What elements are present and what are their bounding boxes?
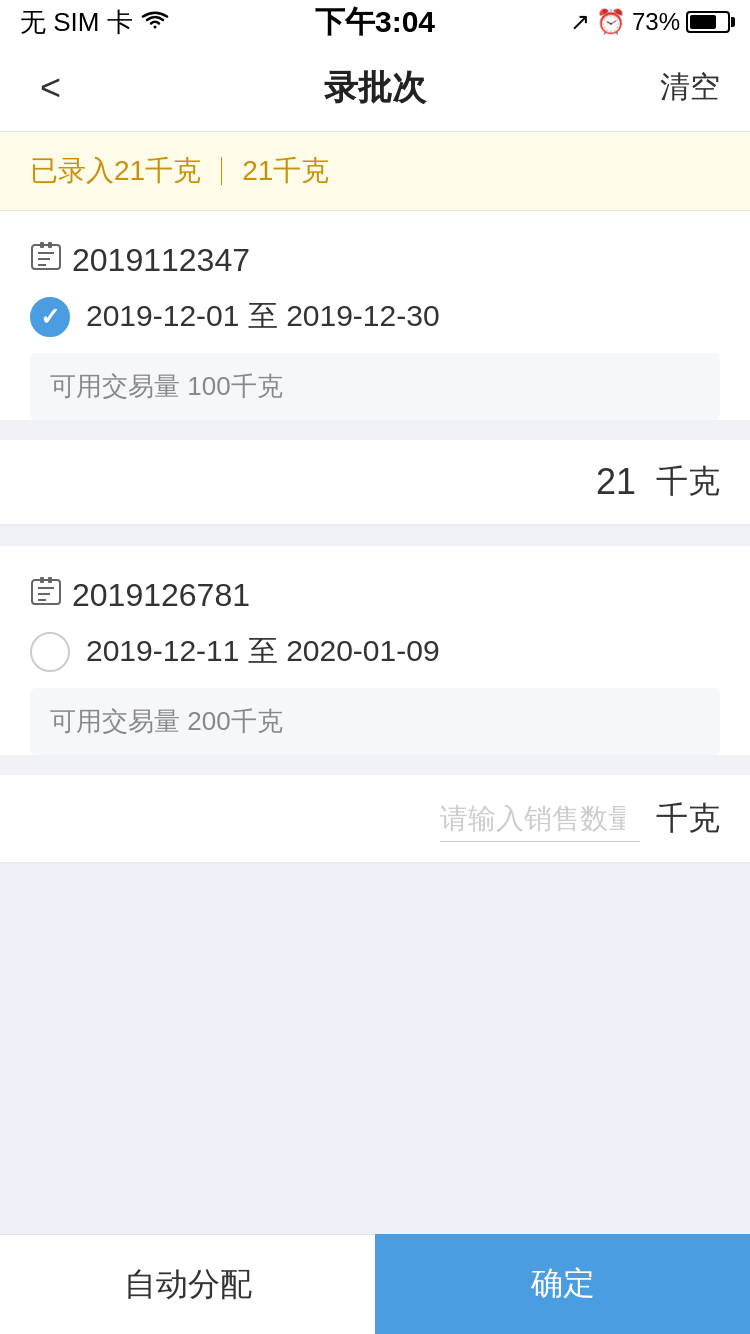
batch-item-1: 2019112347 2019-12-01 至 2019-12-30 可用交易量… [0,211,750,420]
wifi-icon [141,7,169,38]
batch-2-amount-row: 千克 [0,775,750,862]
svg-rect-10 [40,577,44,583]
batch-2-id: 2019126781 [72,577,250,614]
empty-area [0,864,750,1294]
batch-1-radio[interactable] [30,297,70,337]
location-icon: ↗ [570,8,590,36]
confirm-button[interactable]: 确定 [375,1234,750,1334]
summary-value: 21千克 [242,152,329,190]
battery-percent: 73% [632,8,680,36]
batch-1-date-row[interactable]: 2019-12-01 至 2019-12-30 [30,296,720,337]
clear-button[interactable]: 清空 [660,67,720,108]
page-title: 录批次 [324,65,426,111]
summary-label: 已录入21千克 [30,152,201,190]
batch-2-available: 可用交易量 200千克 [30,688,720,755]
batch-2-radio[interactable] [30,632,70,672]
batch-1-id: 2019112347 [72,242,250,279]
svg-rect-11 [48,577,52,583]
section-gap-1 [0,526,750,546]
batch-2-header: 2019126781 [30,576,720,615]
status-bar: 无 SIM 卡 下午3:04 ↗ ⏰ 73% [0,0,750,44]
svg-rect-5 [48,242,52,248]
batch-2-quantity-input[interactable] [440,795,640,842]
battery-icon [686,11,730,33]
batch-2-icon [30,576,62,615]
batch-1-amount-row: 21 千克 [0,440,750,524]
batch-2-date-row[interactable]: 2019-12-11 至 2020-01-09 [30,631,720,672]
batch-item-2: 2019126781 2019-12-11 至 2020-01-09 可用交易量… [0,546,750,755]
batch-1-icon [30,241,62,280]
status-right: ↗ ⏰ 73% [570,8,730,36]
batch-1-input-wrap: 21 [30,461,640,503]
bottom-bar: 自动分配 确定 [0,1234,750,1334]
batch-2-date: 2019-12-11 至 2020-01-09 [86,631,440,672]
back-button[interactable]: < [30,57,71,119]
batch-2-unit: 千克 [656,797,720,841]
auto-distribute-button[interactable]: 自动分配 [0,1234,375,1334]
status-left: 无 SIM 卡 [20,5,169,40]
status-time: 下午3:04 [315,2,435,43]
batch-1-unit: 千克 [656,460,720,504]
batch-2-input-wrap[interactable] [30,795,640,842]
alarm-icon: ⏰ [596,8,626,36]
batch-1-available: 可用交易量 100千克 [30,353,720,420]
no-sim-text: 无 SIM 卡 [20,5,133,40]
nav-bar: < 录批次 清空 [0,44,750,132]
summary-bar: 已录入21千克 21千克 [0,132,750,211]
batch-1-amount-value: 21 [596,461,636,503]
svg-rect-4 [40,242,44,248]
batch-1-header: 2019112347 [30,241,720,280]
summary-divider [221,157,222,185]
batch-1-date: 2019-12-01 至 2019-12-30 [86,296,440,337]
